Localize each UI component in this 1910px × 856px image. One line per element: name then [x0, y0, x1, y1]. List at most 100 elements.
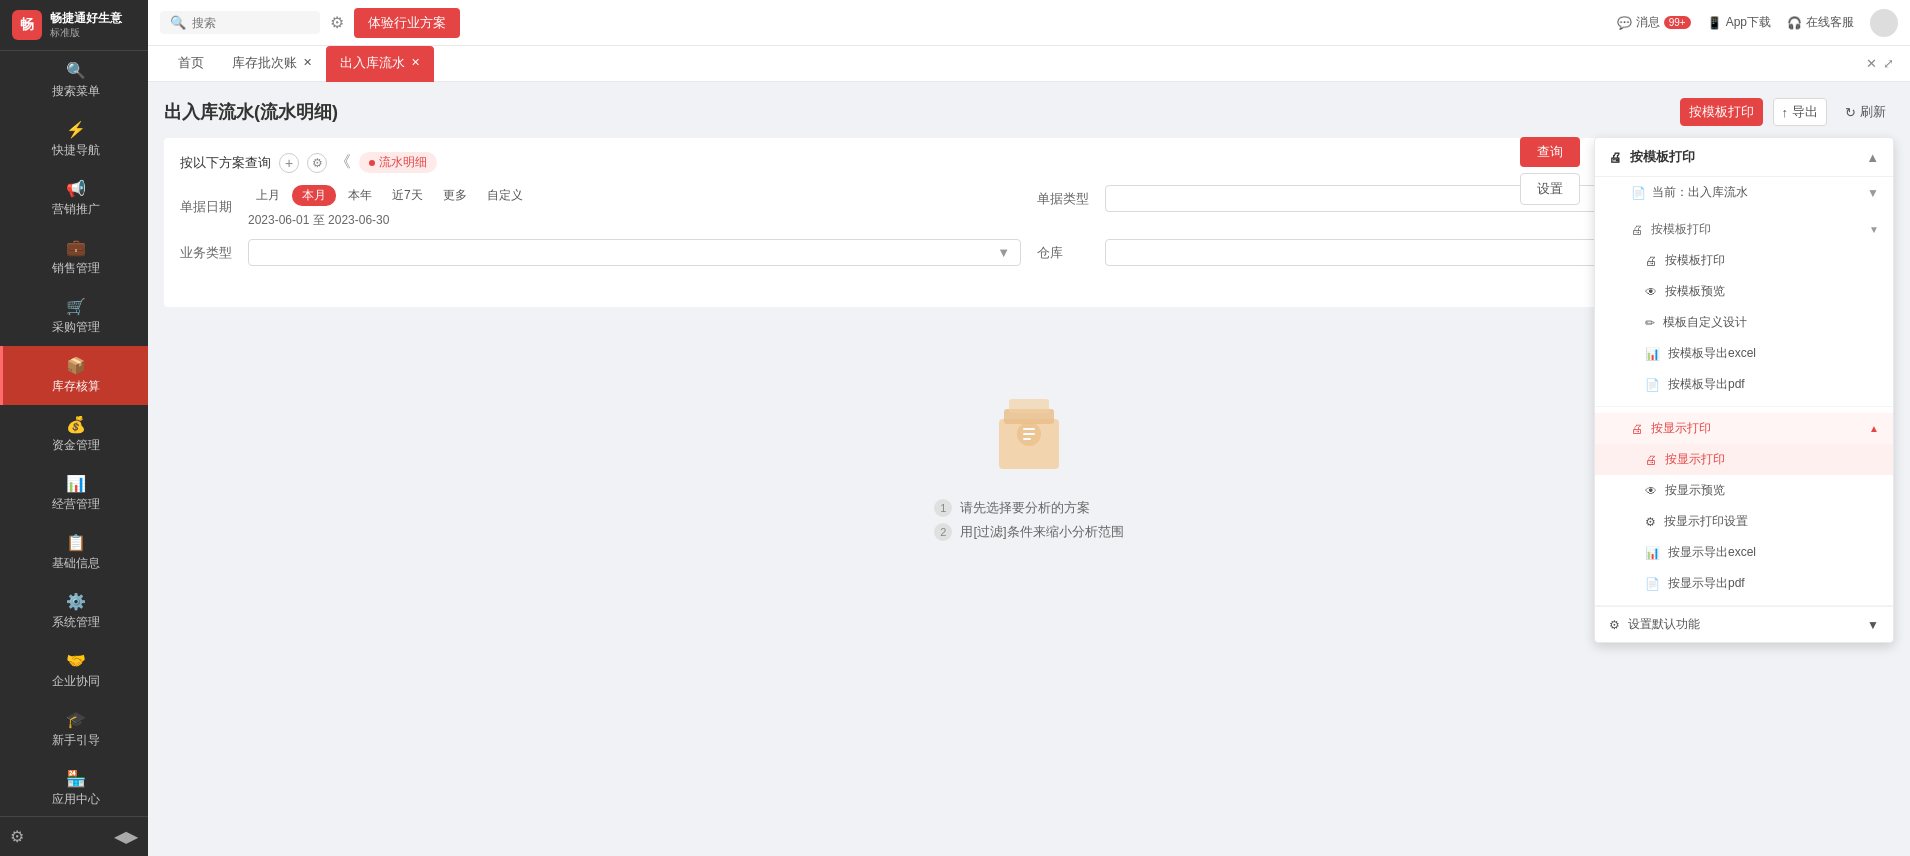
- date-this-year[interactable]: 本年: [340, 185, 380, 206]
- template-print-item-icon: 🖨: [1645, 254, 1657, 268]
- tab-home[interactable]: 首页: [164, 46, 218, 82]
- online-service-btn[interactable]: 🎧 在线客服: [1787, 14, 1854, 31]
- tab-expand-icon[interactable]: ⤢: [1883, 56, 1894, 71]
- empty-steps: 1 请先选择要分析的方案 2 用[过滤]条件来缩小分析范围: [934, 499, 1123, 547]
- display-excel-icon: 📊: [1645, 546, 1660, 560]
- tab-batch-ledger-label: 库存批次账: [232, 54, 297, 72]
- sidebar-item-operations[interactable]: 📊 经营管理: [0, 464, 148, 523]
- refresh-btn[interactable]: ↻ 刷新: [1837, 99, 1894, 125]
- settings-bottom-icon[interactable]: ⚙: [10, 827, 24, 846]
- warehouse-label: 仓库: [1037, 244, 1097, 262]
- template-print-item[interactable]: 🖨 按模板打印: [1595, 245, 1893, 276]
- date-shortcuts: 上月 本月 本年 近7天 更多 自定义: [248, 185, 531, 206]
- sidebar-item-app-center[interactable]: 🏪 应用中心: [0, 759, 148, 816]
- query-btn[interactable]: 查询: [1520, 137, 1580, 167]
- date-custom[interactable]: 自定义: [479, 185, 531, 206]
- sidebar-item-inventory[interactable]: 📦 库存核算: [0, 346, 148, 405]
- sidebar-item-label: 采购管理: [52, 319, 100, 336]
- date-field: 单据日期 上月 本月 本年 近7天 更多 自定义 2023-06-01 至 20…: [180, 185, 1021, 229]
- sidebar-item-label: 快捷导航: [52, 142, 100, 159]
- template-print-section: 🖨 按模板打印 ▼ 🖨 按模板打印 👁 按模板预览 ✏ 模板自定义设计: [1595, 208, 1893, 407]
- sidebar-item-basic-info[interactable]: 📋 基础信息: [0, 523, 148, 582]
- tab-flow-close[interactable]: ✕: [411, 56, 420, 69]
- date-7days[interactable]: 近7天: [384, 185, 431, 206]
- sidebar-item-enterprise[interactable]: 🤝 企业协同: [0, 641, 148, 700]
- date-more[interactable]: 更多: [435, 185, 475, 206]
- sidebar-item-purchase[interactable]: 🛒 采购管理: [0, 287, 148, 346]
- sidebar-item-marketing[interactable]: 📢 营销推广: [0, 169, 148, 228]
- search-input[interactable]: [192, 16, 292, 30]
- biz-type-field: 业务类型 ▼: [180, 239, 1021, 266]
- biz-type-chevron-icon: ▼: [997, 245, 1010, 260]
- filter-settings-btn[interactable]: ⚙: [307, 153, 327, 173]
- empty-illustration: [979, 379, 1079, 479]
- logo-icon: 畅: [12, 10, 42, 40]
- basic-info-icon: 📋: [66, 533, 86, 552]
- quick-nav-icon: ⚡: [66, 120, 86, 139]
- sidebar-item-system[interactable]: ⚙️ 系统管理: [0, 582, 148, 641]
- date-this-month[interactable]: 本月: [292, 185, 336, 206]
- date-last-month[interactable]: 上月: [248, 185, 288, 206]
- template-export-pdf-item[interactable]: 📄 按模板导出pdf: [1595, 369, 1893, 400]
- template-preview-item[interactable]: 👁 按模板预览: [1595, 276, 1893, 307]
- tab-flow-label: 出入库流水: [340, 54, 405, 72]
- tab-batch-ledger[interactable]: 库存批次账 ✕: [218, 46, 326, 82]
- template-custom-item[interactable]: ✏ 模板自定义设计: [1595, 307, 1893, 338]
- sidebar-item-search-menu[interactable]: 🔍 搜索菜单: [0, 51, 148, 110]
- filter-header-label: 按以下方案查询: [180, 154, 271, 172]
- tab-batch-ledger-close[interactable]: ✕: [303, 56, 312, 69]
- avatar[interactable]: [1870, 9, 1898, 37]
- display-preview-item[interactable]: 👁 按显示预览: [1595, 475, 1893, 506]
- print-btn[interactable]: 按模板打印: [1680, 98, 1763, 126]
- display-print-settings-item[interactable]: ⚙ 按显示打印设置: [1595, 506, 1893, 537]
- filter-add-btn[interactable]: +: [279, 153, 299, 173]
- marketing-icon: 📢: [66, 179, 86, 198]
- tab-close-all-icon[interactable]: ✕: [1866, 56, 1877, 71]
- tab-home-label: 首页: [178, 54, 204, 72]
- display-export-pdf-item[interactable]: 📄 按显示导出pdf: [1595, 568, 1893, 599]
- gear-icon[interactable]: ⚙: [330, 13, 344, 32]
- topbar: 🔍 ⚙ 体验行业方案 💬 消息 99+ 📱 App下载 🎧 在线客服: [148, 0, 1910, 46]
- export-btn[interactable]: ↑ 导出: [1773, 98, 1828, 126]
- main-area: 🔍 ⚙ 体验行业方案 💬 消息 99+ 📱 App下载 🎧 在线客服 首页: [148, 0, 1910, 856]
- sidebar-item-quick-nav[interactable]: ⚡ 快捷导航: [0, 110, 148, 169]
- display-export-excel-item[interactable]: 📊 按显示导出excel: [1595, 537, 1893, 568]
- sidebar-logo: 畅 畅捷通好生意 标准版: [0, 0, 148, 51]
- query-btn-area: 查询 设置: [1520, 137, 1580, 205]
- sidebar-item-label: 新手引导: [52, 732, 100, 749]
- app-download-btn[interactable]: 📱 App下载: [1707, 14, 1771, 31]
- display-settings-icon: ⚙: [1645, 515, 1656, 529]
- content-area: 出入库流水(流水明细) 按模板打印 ↑ 导出 ↻ 刷新 按以下方案查询 + ⚙ …: [148, 82, 1910, 856]
- industry-btn[interactable]: 体验行业方案: [354, 8, 460, 38]
- display-print-label: 按显示打印: [1651, 420, 1711, 437]
- dropdown-footer[interactable]: ⚙ 设置默认功能 ▼: [1595, 606, 1893, 642]
- sidebar-item-guide[interactable]: 🎓 新手引导: [0, 700, 148, 759]
- refresh-icon: ↻: [1845, 105, 1856, 120]
- filter-settings-btn-right[interactable]: 设置: [1520, 173, 1580, 205]
- search-menu-icon: 🔍: [66, 61, 86, 80]
- template-print-header[interactable]: 🖨 按模板打印 ▼: [1595, 214, 1893, 245]
- message-btn[interactable]: 💬 消息 99+: [1617, 14, 1691, 31]
- topbar-search[interactable]: 🔍: [160, 11, 320, 34]
- dropdown-chevron-up-icon[interactable]: ▲: [1866, 150, 1879, 165]
- tab-flow[interactable]: 出入库流水 ✕: [326, 46, 434, 82]
- filter-collapse-toggle[interactable]: 《: [335, 152, 351, 173]
- step-2-text: 用[过滤]条件来缩小分析范围: [960, 523, 1123, 541]
- biz-type-select[interactable]: ▼: [248, 239, 1021, 266]
- sidebar-item-label: 销售管理: [52, 260, 100, 277]
- template-export-excel-item[interactable]: 📊 按模板导出excel: [1595, 338, 1893, 369]
- sidebar-item-label: 应用中心: [52, 791, 100, 808]
- sidebar-item-sales[interactable]: 💼 销售管理: [0, 228, 148, 287]
- collapse-sidebar-icon[interactable]: ◀▶: [114, 827, 138, 846]
- display-print-header[interactable]: 🖨 按显示打印 ▲: [1595, 413, 1893, 444]
- logo-text: 畅捷通好生意 标准版: [50, 11, 122, 40]
- logo-sub-text: 标准版: [50, 26, 122, 39]
- sidebar-item-finance[interactable]: 💰 资金管理: [0, 405, 148, 464]
- template-section-chevron-icon: ▼: [1869, 224, 1879, 235]
- display-print-item[interactable]: 🖨 按显示打印: [1595, 444, 1893, 475]
- filter-tag-dot: [369, 160, 375, 166]
- app-icon: 📱: [1707, 16, 1722, 30]
- sidebar-nav: 🔍 搜索菜单 ⚡ 快捷导航 📢 营销推广 💼 销售管理 🛒 采购管理 📦 库存核…: [0, 51, 148, 816]
- sidebar-item-label: 资金管理: [52, 437, 100, 454]
- doc-type-label: 单据类型: [1037, 190, 1097, 208]
